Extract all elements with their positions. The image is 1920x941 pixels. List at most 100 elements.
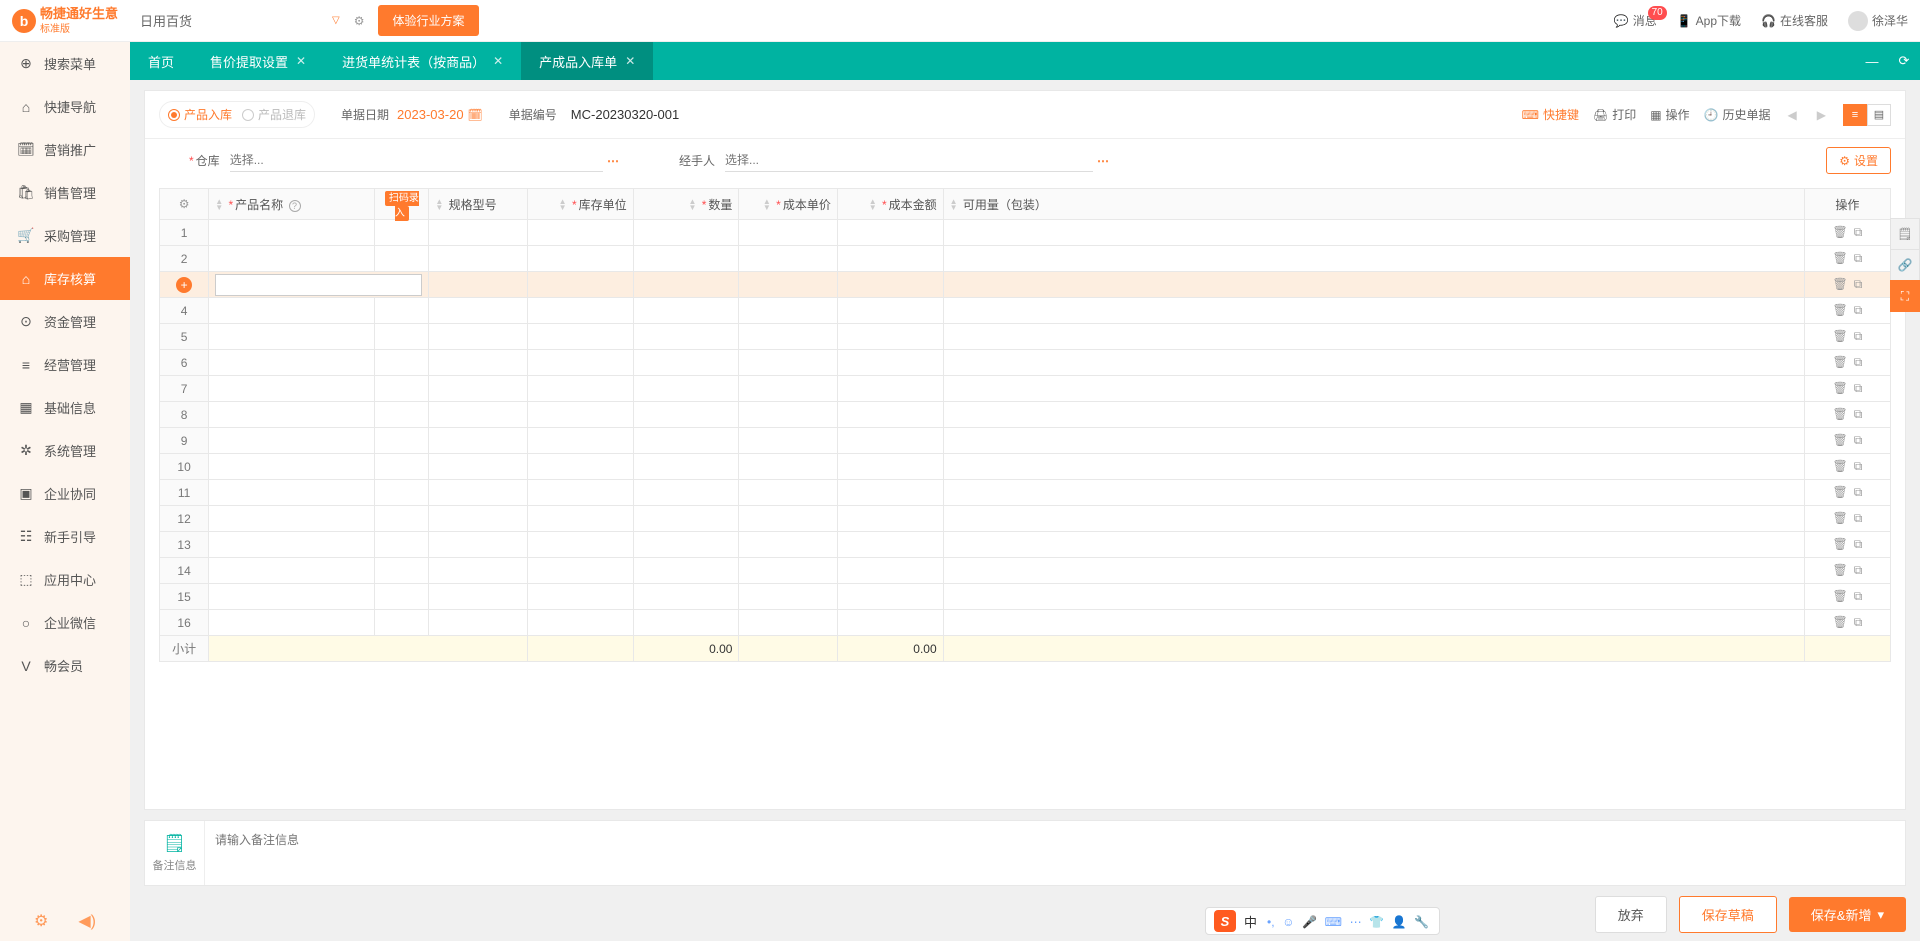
product-name-cell[interactable] bbox=[209, 532, 375, 558]
sidebar-item[interactable]: 🛒采购管理 bbox=[0, 214, 130, 257]
table-row[interactable]: 5🗑⧉ bbox=[160, 324, 1891, 350]
product-name-cell[interactable] bbox=[209, 220, 375, 246]
amount-cell[interactable] bbox=[837, 298, 943, 324]
col-amount[interactable]: ▲▼ *成本金额 bbox=[837, 189, 943, 220]
col-scan[interactable]: 扫码录入 bbox=[375, 189, 429, 220]
copy-row-button[interactable]: ⧉ bbox=[1854, 459, 1863, 473]
industry-cta-button[interactable]: 体验行业方案 bbox=[378, 5, 478, 36]
scan-cell[interactable] bbox=[375, 584, 429, 610]
scan-cell[interactable] bbox=[375, 610, 429, 636]
delete-row-button[interactable]: 🗑 bbox=[1833, 563, 1848, 577]
settings-icon[interactable]: ⚙ bbox=[34, 911, 48, 931]
next-button[interactable]: ▶ bbox=[1814, 108, 1829, 122]
avail-cell[interactable] bbox=[943, 220, 1804, 246]
avail-cell[interactable] bbox=[943, 246, 1804, 272]
avail-cell[interactable] bbox=[943, 584, 1804, 610]
delete-row-button[interactable]: 🗑 bbox=[1833, 537, 1848, 551]
copy-row-button[interactable]: ⧉ bbox=[1854, 329, 1863, 343]
unit-cell[interactable] bbox=[527, 272, 633, 298]
table-row[interactable]: 2🗑⧉ bbox=[160, 246, 1891, 272]
dock-expand-button[interactable]: ⛶ bbox=[1890, 280, 1920, 312]
sidebar-item[interactable]: 🗓营销推广 bbox=[0, 128, 130, 171]
copy-row-button[interactable]: ⧉ bbox=[1854, 589, 1863, 603]
table-row[interactable]: 15🗑⧉ bbox=[160, 584, 1891, 610]
spec-cell[interactable] bbox=[429, 220, 527, 246]
unit-cell[interactable] bbox=[527, 402, 633, 428]
copy-row-button[interactable]: ⧉ bbox=[1854, 225, 1863, 239]
save-and-new-button[interactable]: 保存&新增 ▾ bbox=[1789, 897, 1906, 932]
table-row[interactable]: 12🗑⧉ bbox=[160, 506, 1891, 532]
spec-cell[interactable] bbox=[429, 350, 527, 376]
messages-link[interactable]: 💬 消息 70 bbox=[1614, 12, 1657, 29]
scan-cell[interactable] bbox=[375, 350, 429, 376]
delete-row-button[interactable]: 🗑 bbox=[1833, 589, 1848, 603]
delete-row-button[interactable]: 🗑 bbox=[1833, 407, 1848, 421]
price-cell[interactable] bbox=[739, 480, 837, 506]
sidebar-item[interactable]: ✲系统管理 bbox=[0, 429, 130, 472]
product-name-cell[interactable] bbox=[209, 454, 375, 480]
spec-cell[interactable] bbox=[429, 532, 527, 558]
col-price[interactable]: ▲▼ *成本单价 bbox=[739, 189, 837, 220]
scan-cell[interactable] bbox=[375, 324, 429, 350]
scan-cell[interactable] bbox=[375, 298, 429, 324]
amount-cell[interactable] bbox=[837, 558, 943, 584]
app-download-link[interactable]: 📱 App下载 bbox=[1677, 12, 1741, 29]
close-icon[interactable]: ✕ bbox=[625, 54, 635, 68]
ime-lang[interactable]: 中 bbox=[1244, 912, 1257, 931]
avail-cell[interactable] bbox=[943, 376, 1804, 402]
avail-cell[interactable] bbox=[943, 480, 1804, 506]
qty-cell[interactable] bbox=[633, 558, 739, 584]
sidebar-item[interactable]: 🛍销售管理 bbox=[0, 171, 130, 214]
amount-cell[interactable] bbox=[837, 428, 943, 454]
qty-cell[interactable] bbox=[633, 272, 739, 298]
delete-row-button[interactable]: 🗑 bbox=[1833, 459, 1848, 473]
warehouse-input[interactable] bbox=[230, 149, 603, 172]
ime-skin-icon[interactable]: 👕 bbox=[1369, 915, 1384, 929]
spec-cell[interactable] bbox=[429, 480, 527, 506]
qty-cell[interactable] bbox=[633, 220, 739, 246]
view-list-button[interactable]: ≡ bbox=[1843, 104, 1867, 126]
close-icon[interactable]: ✕ bbox=[493, 54, 503, 68]
col-config[interactable]: ⚙ bbox=[160, 189, 209, 220]
sidebar-item[interactable]: ⊙资金管理 bbox=[0, 300, 130, 343]
print-button[interactable]: 🖨 打印 bbox=[1593, 106, 1636, 123]
product-name-cell[interactable] bbox=[209, 480, 375, 506]
scan-cell[interactable] bbox=[375, 506, 429, 532]
scan-cell[interactable] bbox=[375, 480, 429, 506]
amount-cell[interactable] bbox=[837, 376, 943, 402]
table-row[interactable]: 4🗑⧉ bbox=[160, 298, 1891, 324]
handler-input[interactable] bbox=[725, 149, 1093, 172]
avail-cell[interactable] bbox=[943, 454, 1804, 480]
table-row[interactable]: 7🗑⧉ bbox=[160, 376, 1891, 402]
copy-row-button[interactable]: ⧉ bbox=[1854, 381, 1863, 395]
amount-cell[interactable] bbox=[837, 532, 943, 558]
col-product-name[interactable]: ▲▼ *产品名称 ? bbox=[209, 189, 375, 220]
ime-dot-icon[interactable]: •, bbox=[1267, 915, 1275, 929]
tab[interactable]: 产成品入库单✕ bbox=[521, 42, 653, 80]
spec-cell[interactable] bbox=[429, 428, 527, 454]
avail-cell[interactable] bbox=[943, 402, 1804, 428]
spec-cell[interactable] bbox=[429, 558, 527, 584]
delete-row-button[interactable]: 🗑 bbox=[1833, 433, 1848, 447]
spec-cell[interactable] bbox=[429, 298, 527, 324]
price-cell[interactable] bbox=[739, 402, 837, 428]
product-name-cell[interactable] bbox=[209, 246, 375, 272]
user-menu[interactable]: 徐泽华 bbox=[1848, 11, 1908, 31]
tab[interactable]: 进货单统计表（按商品）✕ bbox=[324, 42, 521, 80]
copy-row-button[interactable]: ⧉ bbox=[1854, 511, 1863, 525]
scan-cell[interactable] bbox=[375, 428, 429, 454]
avail-cell[interactable] bbox=[943, 610, 1804, 636]
tab-refresh-button[interactable]: ⟳ bbox=[1888, 42, 1920, 80]
close-icon[interactable]: ✕ bbox=[296, 54, 306, 68]
col-spec[interactable]: ▲▼ 规格型号 bbox=[429, 189, 527, 220]
spec-cell[interactable] bbox=[429, 402, 527, 428]
spec-cell[interactable] bbox=[429, 454, 527, 480]
qty-cell[interactable] bbox=[633, 454, 739, 480]
table-row[interactable]: 9🗑⧉ bbox=[160, 428, 1891, 454]
scan-cell[interactable] bbox=[375, 376, 429, 402]
amount-cell[interactable] bbox=[837, 350, 943, 376]
ime-user-icon[interactable]: 👤 bbox=[1392, 915, 1407, 929]
product-name-cell[interactable] bbox=[209, 272, 429, 298]
price-cell[interactable] bbox=[739, 220, 837, 246]
unit-cell[interactable] bbox=[527, 246, 633, 272]
